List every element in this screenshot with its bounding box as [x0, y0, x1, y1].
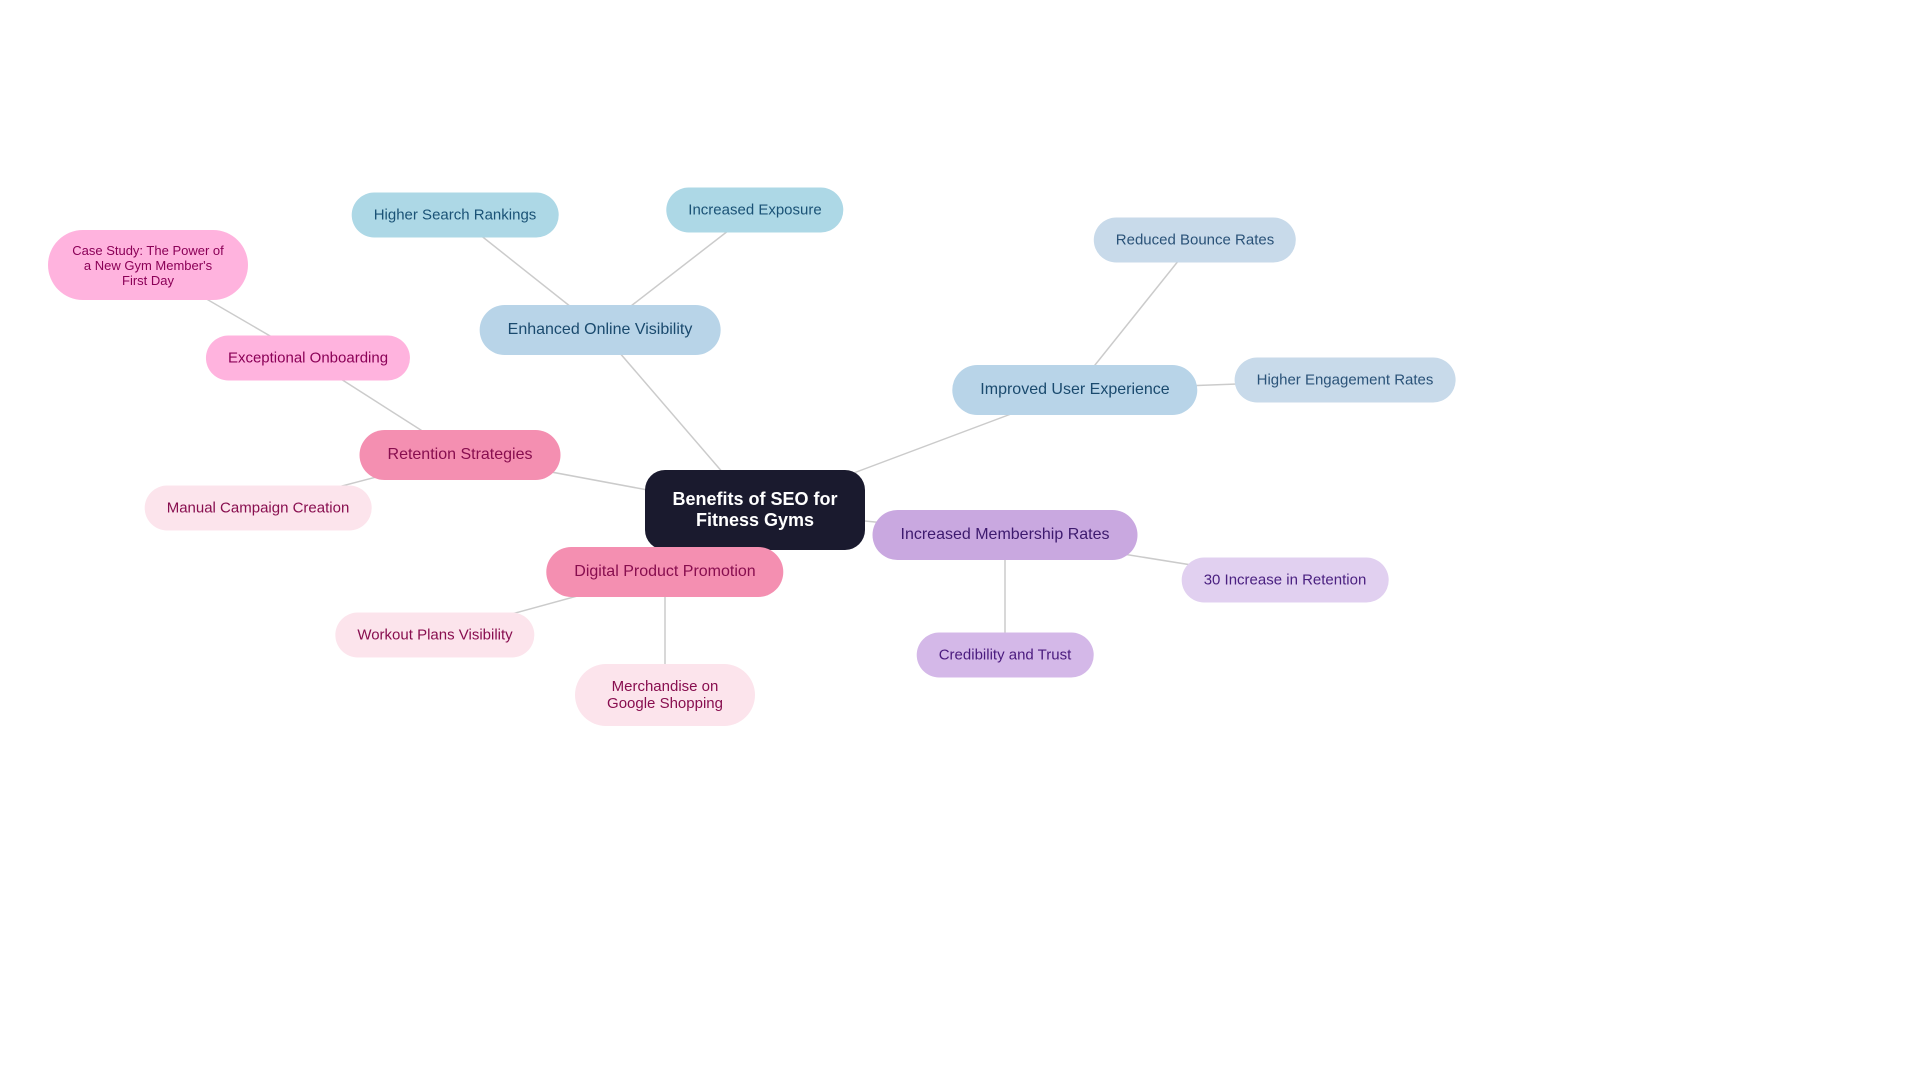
- node-higher-engagement-rates[interactable]: Higher Engagement Rates: [1235, 358, 1456, 403]
- node-improved-user-experience[interactable]: Improved User Experience: [952, 365, 1197, 415]
- node-case-study[interactable]: Case Study: The Power of a New Gym Membe…: [48, 230, 248, 300]
- node-workout-plans-visibility[interactable]: Workout Plans Visibility: [335, 613, 534, 658]
- node-retention-strategies[interactable]: Retention Strategies: [360, 430, 561, 480]
- node-digital-product-promotion[interactable]: Digital Product Promotion: [546, 547, 783, 597]
- node-manual-campaign-creation[interactable]: Manual Campaign Creation: [145, 486, 372, 531]
- node-merchandise-google-shopping[interactable]: Merchandise on Google Shopping: [575, 664, 755, 726]
- node-higher-search-rankings[interactable]: Higher Search Rankings: [352, 193, 559, 238]
- node-credibility-trust[interactable]: Credibility and Trust: [917, 633, 1094, 678]
- node-30-increase-retention[interactable]: 30 Increase in Retention: [1182, 558, 1389, 603]
- node-exceptional-onboarding[interactable]: Exceptional Onboarding: [206, 336, 410, 381]
- node-enhanced-online-visibility[interactable]: Enhanced Online Visibility: [480, 305, 721, 355]
- node-increased-exposure[interactable]: Increased Exposure: [666, 188, 843, 233]
- node-increased-membership-rates[interactable]: Increased Membership Rates: [873, 510, 1138, 560]
- center-node[interactable]: Benefits of SEO for Fitness Gyms: [645, 470, 865, 550]
- node-reduced-bounce-rates[interactable]: Reduced Bounce Rates: [1094, 218, 1296, 263]
